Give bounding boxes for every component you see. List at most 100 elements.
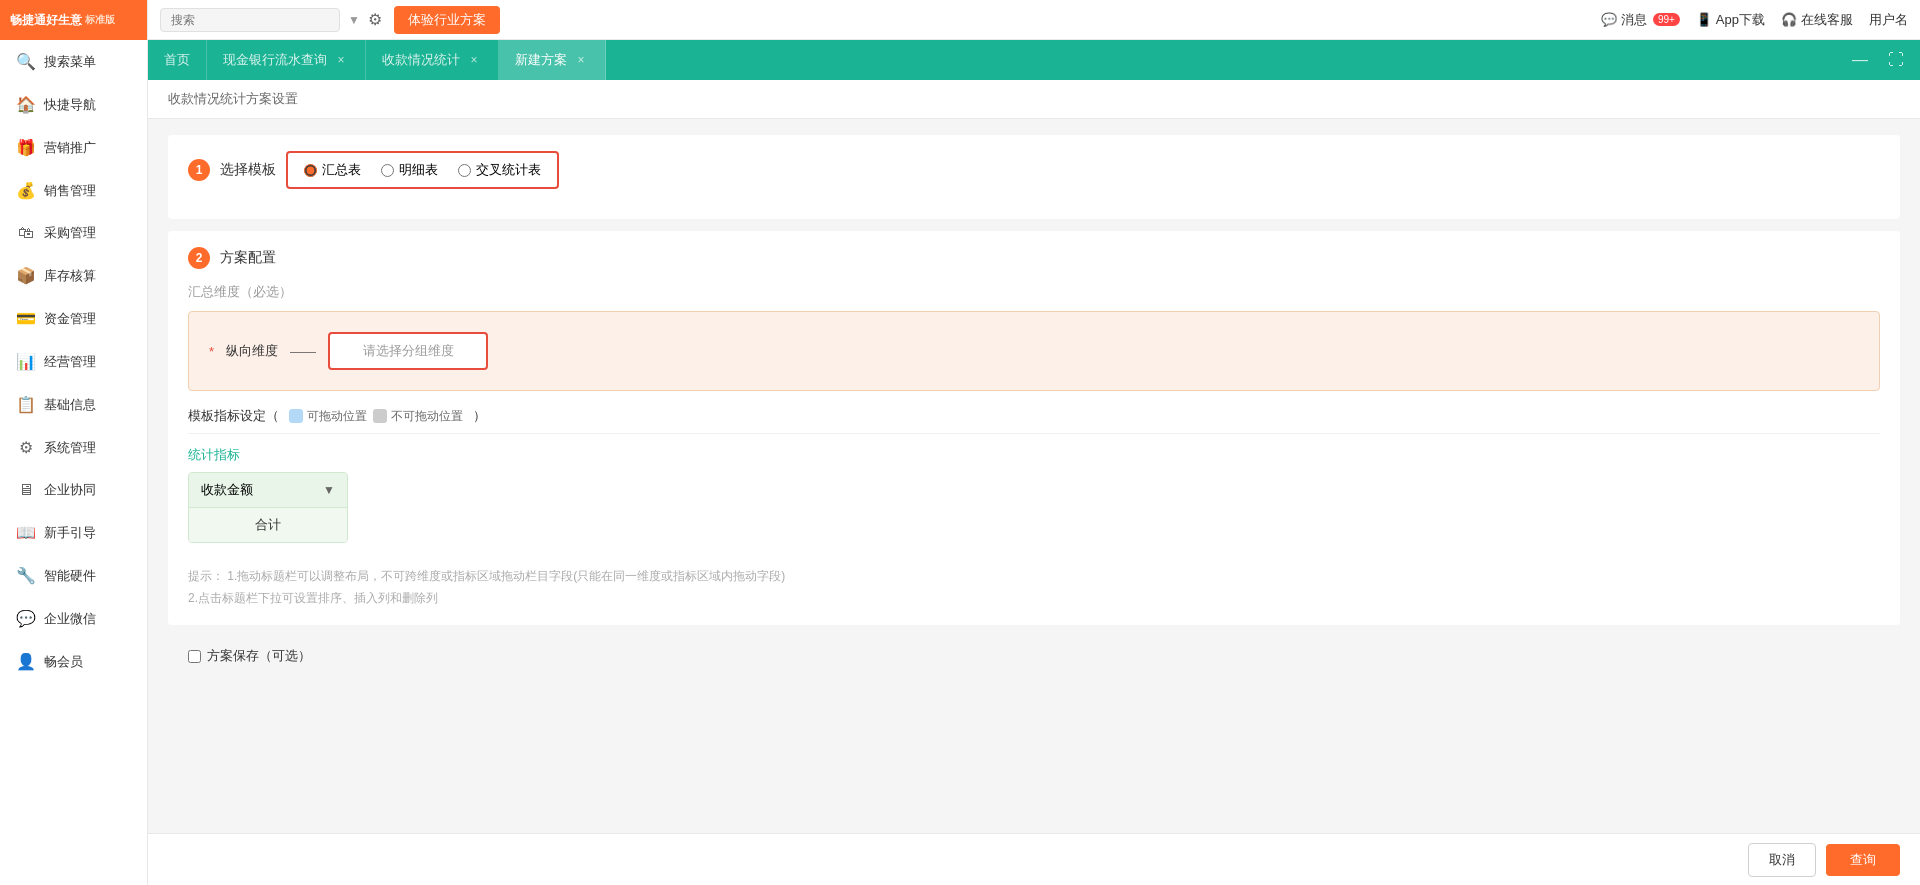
management-icon: 📊 <box>16 352 36 371</box>
hardware-icon: 🔧 <box>16 566 36 585</box>
sidebar-item-basic-info[interactable]: 📋 基础信息 <box>0 383 147 426</box>
sidebar-item-management[interactable]: 📊 经营管理 <box>0 340 147 383</box>
tab-new-plan[interactable]: 新建方案 × <box>499 40 606 80</box>
sidebar-item-label: 新手引导 <box>44 524 96 542</box>
hint-section: 提示： 1.拖动标题栏可以调整布局，不可跨维度或指标区域拖动栏目字段(只能在同一… <box>188 566 1880 609</box>
member-icon: 👤 <box>16 652 36 671</box>
tab-bank-flow-close[interactable]: × <box>333 52 349 68</box>
radio-cross[interactable]: 交叉统计表 <box>458 161 541 179</box>
legend-non-draggable: 不可拖动位置 <box>373 408 463 425</box>
system-icon: ⚙ <box>16 438 36 457</box>
tab-receipt-stats-close[interactable]: × <box>466 52 482 68</box>
sidebar-item-purchase[interactable]: 🛍 采购管理 <box>0 212 147 254</box>
draggable-dot <box>289 409 303 423</box>
sidebar-item-capital[interactable]: 💳 资金管理 <box>0 297 147 340</box>
save-plan-checkbox-label[interactable]: 方案保存（可选） <box>188 647 311 665</box>
tab-bar: 首页 现金银行流水查询 × 收款情况统计 × 新建方案 × — ⛶ <box>148 40 1920 80</box>
hint-1: 提示： 1.拖动标题栏可以调整布局，不可跨维度或指标区域拖动栏目字段(只能在同一… <box>188 566 1880 588</box>
radio-summary-input[interactable] <box>304 164 317 177</box>
indicator-table-header[interactable]: 收款金额 ▼ <box>189 473 347 508</box>
sidebar-item-label: 快捷导航 <box>44 96 96 114</box>
indicator-table: 收款金额 ▼ 合计 <box>188 472 348 543</box>
user-name[interactable]: 用户名 <box>1869 11 1908 29</box>
stats-indicator-section: 统计指标 收款金额 ▼ 合计 <box>188 446 1880 546</box>
dimension-select[interactable]: 请选择分组维度 <box>328 332 488 370</box>
radio-detail[interactable]: 明细表 <box>381 161 438 179</box>
settings-gear-icon[interactable]: ⚙ <box>368 10 382 29</box>
sidebar-item-wechat[interactable]: 💬 企业微信 <box>0 597 147 640</box>
tab-new-plan-close[interactable]: × <box>573 52 589 68</box>
page-footer: 方案保存（可选） <box>168 637 1900 675</box>
search-menu-icon: 🔍 <box>16 52 36 71</box>
sidebar-item-label: 搜索菜单 <box>44 53 96 71</box>
purchase-icon: 🛍 <box>16 224 36 242</box>
trial-button[interactable]: 体验行业方案 <box>394 6 500 34</box>
sidebar-item-guide[interactable]: 📖 新手引导 <box>0 511 147 554</box>
indicator-close-paren: ） <box>473 407 486 425</box>
main-area: ▼ ⚙ 体验行业方案 💬 消息 99+ 📱 App下载 🎧 在线客服 用户名 首… <box>148 0 1920 885</box>
step1-badge: 1 <box>188 159 210 181</box>
sidebar-item-member[interactable]: 👤 畅会员 <box>0 640 147 683</box>
logo-badge: 标准版 <box>85 13 115 27</box>
indicator-legend: 可拖动位置 不可拖动位置 <box>289 408 463 425</box>
save-plan-checkbox[interactable] <box>188 650 201 663</box>
marketing-icon: 🎁 <box>16 138 36 157</box>
hint-2: 2.点击标题栏下拉可设置排序、插入列和删除列 <box>188 588 1880 610</box>
dimension-row: * 纵向维度 —— 请选择分组维度 <box>209 332 1859 370</box>
sidebar-item-hardware[interactable]: 🔧 智能硬件 <box>0 554 147 597</box>
sidebar-item-sales[interactable]: 💰 销售管理 <box>0 169 147 212</box>
sidebar-item-label: 经营管理 <box>44 353 96 371</box>
tab-home[interactable]: 首页 <box>148 40 207 80</box>
tab-receipt-stats-label: 收款情况统计 <box>382 51 460 69</box>
quick-nav-icon: 🏠 <box>16 95 36 114</box>
sidebar-item-enterprise[interactable]: 🖥 企业协同 <box>0 469 147 511</box>
indicator-dropdown-icon[interactable]: ▼ <box>323 483 335 497</box>
radio-summary[interactable]: 汇总表 <box>304 161 361 179</box>
enterprise-icon: 🖥 <box>16 481 36 499</box>
tab-receipt-stats[interactable]: 收款情况统计 × <box>366 40 499 80</box>
draggable-label: 可拖动位置 <box>307 408 367 425</box>
tab-bank-flow[interactable]: 现金银行流水查询 × <box>207 40 366 80</box>
cancel-button[interactable]: 取消 <box>1748 843 1816 877</box>
message-item[interactable]: 💬 消息 99+ <box>1601 11 1680 29</box>
search-input[interactable] <box>160 8 340 32</box>
stats-indicator-title: 统计指标 <box>188 446 1880 464</box>
summary-dimension-text: 汇总维度（必选） <box>188 284 292 299</box>
page-header: 收款情况统计方案设置 <box>148 80 1920 119</box>
topbar: ▼ ⚙ 体验行业方案 💬 消息 99+ 📱 App下载 🎧 在线客服 用户名 <box>148 0 1920 40</box>
step2-badge: 2 <box>188 247 210 269</box>
minimize-button[interactable]: — <box>1846 46 1874 74</box>
indicator-column-label: 收款金额 <box>201 481 253 499</box>
dimension-area: * 纵向维度 —— 请选择分组维度 <box>188 311 1880 391</box>
page-body: 1 选择模板 汇总表 明细表 交叉统计表 <box>148 119 1920 691</box>
sidebar-item-label: 销售管理 <box>44 182 96 200</box>
guide-icon: 📖 <box>16 523 36 542</box>
sidebar-item-system[interactable]: ⚙ 系统管理 <box>0 426 147 469</box>
message-label: 消息 <box>1621 11 1647 29</box>
query-button[interactable]: 查询 <box>1826 844 1900 876</box>
indicator-table-total: 合计 <box>189 508 347 542</box>
maximize-button[interactable]: ⛶ <box>1882 46 1910 74</box>
dropdown-arrow-icon[interactable]: ▼ <box>348 13 360 27</box>
radio-detail-input[interactable] <box>381 164 394 177</box>
sidebar-item-inventory[interactable]: 📦 库存核算 <box>0 254 147 297</box>
sidebar-item-search-menu[interactable]: 🔍 搜索菜单 <box>0 40 147 83</box>
summary-dimension-label: 汇总维度（必选） <box>188 283 1880 301</box>
tab-home-label: 首页 <box>164 51 190 69</box>
sidebar-item-label: 企业微信 <box>44 610 96 628</box>
non-draggable-label: 不可拖动位置 <box>391 408 463 425</box>
sidebar-item-quick-nav[interactable]: 🏠 快捷导航 <box>0 83 147 126</box>
radio-summary-label: 汇总表 <box>322 161 361 179</box>
tab-new-plan-label: 新建方案 <box>515 51 567 69</box>
logo-text: 畅捷通好生意 <box>10 12 82 29</box>
indicator-settings-label: 模板指标设定（ <box>188 407 279 425</box>
sidebar-item-label: 库存核算 <box>44 267 96 285</box>
online-service-item[interactable]: 🎧 在线客服 <box>1781 11 1853 29</box>
download-label: App下载 <box>1716 11 1765 29</box>
app-download-item[interactable]: 📱 App下载 <box>1696 11 1765 29</box>
sidebar-logo: 畅捷通好生意 标准版 <box>0 0 147 40</box>
radio-cross-input[interactable] <box>458 164 471 177</box>
vertical-dimension-label: 纵向维度 <box>226 342 278 360</box>
template-radio-group: 汇总表 明细表 交叉统计表 <box>286 151 559 189</box>
sidebar-item-marketing[interactable]: 🎁 营销推广 <box>0 126 147 169</box>
